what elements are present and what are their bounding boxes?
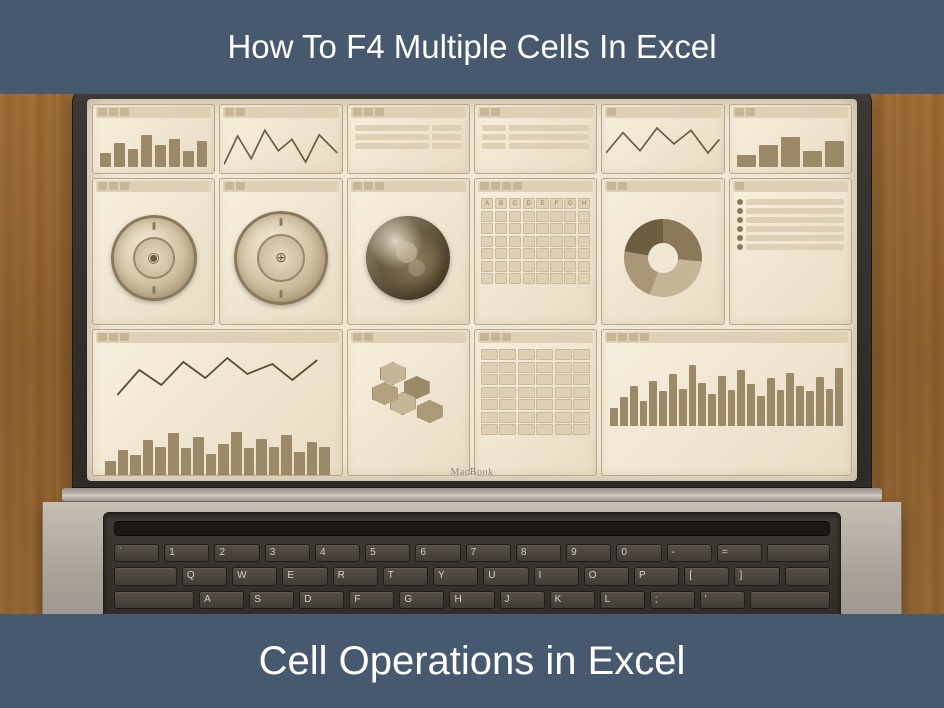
key: I bbox=[534, 567, 579, 585]
key: L bbox=[600, 591, 645, 609]
key-row-2: Q W E R T Y U I O P [ ] bbox=[114, 567, 830, 585]
key: 6 bbox=[415, 544, 460, 562]
dashboard-panel-data-2 bbox=[474, 104, 597, 174]
key: Y bbox=[433, 567, 478, 585]
key: 1 bbox=[164, 544, 209, 562]
key: 9 bbox=[566, 544, 611, 562]
key: A bbox=[199, 591, 244, 609]
laptop-screen-content: ◉ ⊕ ABCDEFGH bbox=[87, 99, 857, 481]
globe-icon bbox=[366, 216, 450, 300]
keyboard-touchbar bbox=[114, 521, 830, 536]
laptop-hinge bbox=[62, 488, 882, 502]
dashboard-panel-dial-center: ⊕ bbox=[219, 178, 342, 325]
laptop-illustration: ◉ ⊕ ABCDEFGH bbox=[72, 88, 872, 652]
key: = bbox=[717, 544, 762, 562]
dashboard-panel-table bbox=[474, 329, 597, 476]
key-delete bbox=[767, 544, 830, 562]
dashboard-panel-combo-chart bbox=[92, 329, 343, 476]
key: ' bbox=[700, 591, 745, 609]
donut-chart-icon bbox=[624, 219, 702, 297]
laptop-screen-frame: ◉ ⊕ ABCDEFGH bbox=[72, 88, 872, 488]
key: 7 bbox=[466, 544, 511, 562]
key: S bbox=[249, 591, 294, 609]
key: K bbox=[550, 591, 595, 609]
key: 4 bbox=[315, 544, 360, 562]
dashboard-panel-bars-2 bbox=[729, 104, 852, 174]
bottom-banner: Cell Operations in Excel bbox=[0, 614, 944, 708]
key: O bbox=[584, 567, 629, 585]
key: 3 bbox=[265, 544, 310, 562]
key: W bbox=[232, 567, 277, 585]
dashboard-panel-bars-1 bbox=[92, 104, 215, 174]
key: H bbox=[449, 591, 494, 609]
key: D bbox=[299, 591, 344, 609]
key: ; bbox=[650, 591, 695, 609]
dashboard-panel-data-1 bbox=[347, 104, 470, 174]
key-row-1: ` 1 2 3 4 5 6 7 8 9 0 - = bbox=[114, 544, 830, 562]
dashboard-panel-bars-wide bbox=[601, 329, 852, 476]
dashboard-panel-legend bbox=[729, 178, 852, 325]
key: 0 bbox=[616, 544, 661, 562]
key: 2 bbox=[214, 544, 259, 562]
key: 8 bbox=[516, 544, 561, 562]
top-banner: How To F4 Multiple Cells In Excel bbox=[0, 0, 944, 94]
key: F bbox=[349, 591, 394, 609]
laptop-brand-text: MacBook bbox=[451, 467, 494, 478]
key: G bbox=[399, 591, 444, 609]
key-tab bbox=[114, 567, 177, 585]
key: - bbox=[667, 544, 712, 562]
key: J bbox=[500, 591, 545, 609]
key: [ bbox=[684, 567, 729, 585]
dashboard-panel-hexagons bbox=[347, 329, 470, 476]
dashboard-panel-sparkline-2 bbox=[601, 104, 724, 174]
top-banner-text: How To F4 Multiple Cells In Excel bbox=[227, 28, 716, 66]
key: U bbox=[483, 567, 528, 585]
dashboard-panel-globe bbox=[347, 178, 470, 325]
key: Q bbox=[182, 567, 227, 585]
key: 5 bbox=[365, 544, 410, 562]
dashboard-panel-donut bbox=[601, 178, 724, 325]
key: E bbox=[282, 567, 327, 585]
dashboard-panel-sparkline-1 bbox=[219, 104, 342, 174]
dashboard-panel-dial-left: ◉ bbox=[92, 178, 215, 325]
key-capslock bbox=[114, 591, 194, 609]
key: ` bbox=[114, 544, 159, 562]
key-backslash bbox=[785, 567, 830, 585]
key: ] bbox=[734, 567, 779, 585]
key: P bbox=[634, 567, 679, 585]
key-return bbox=[750, 591, 830, 609]
key-row-3: A S D F G H J K L ; ' bbox=[114, 591, 830, 609]
dashboard-panel-spreadsheet: ABCDEFGH bbox=[474, 178, 597, 325]
key: T bbox=[383, 567, 428, 585]
bottom-banner-text: Cell Operations in Excel bbox=[259, 639, 686, 684]
key: R bbox=[333, 567, 378, 585]
